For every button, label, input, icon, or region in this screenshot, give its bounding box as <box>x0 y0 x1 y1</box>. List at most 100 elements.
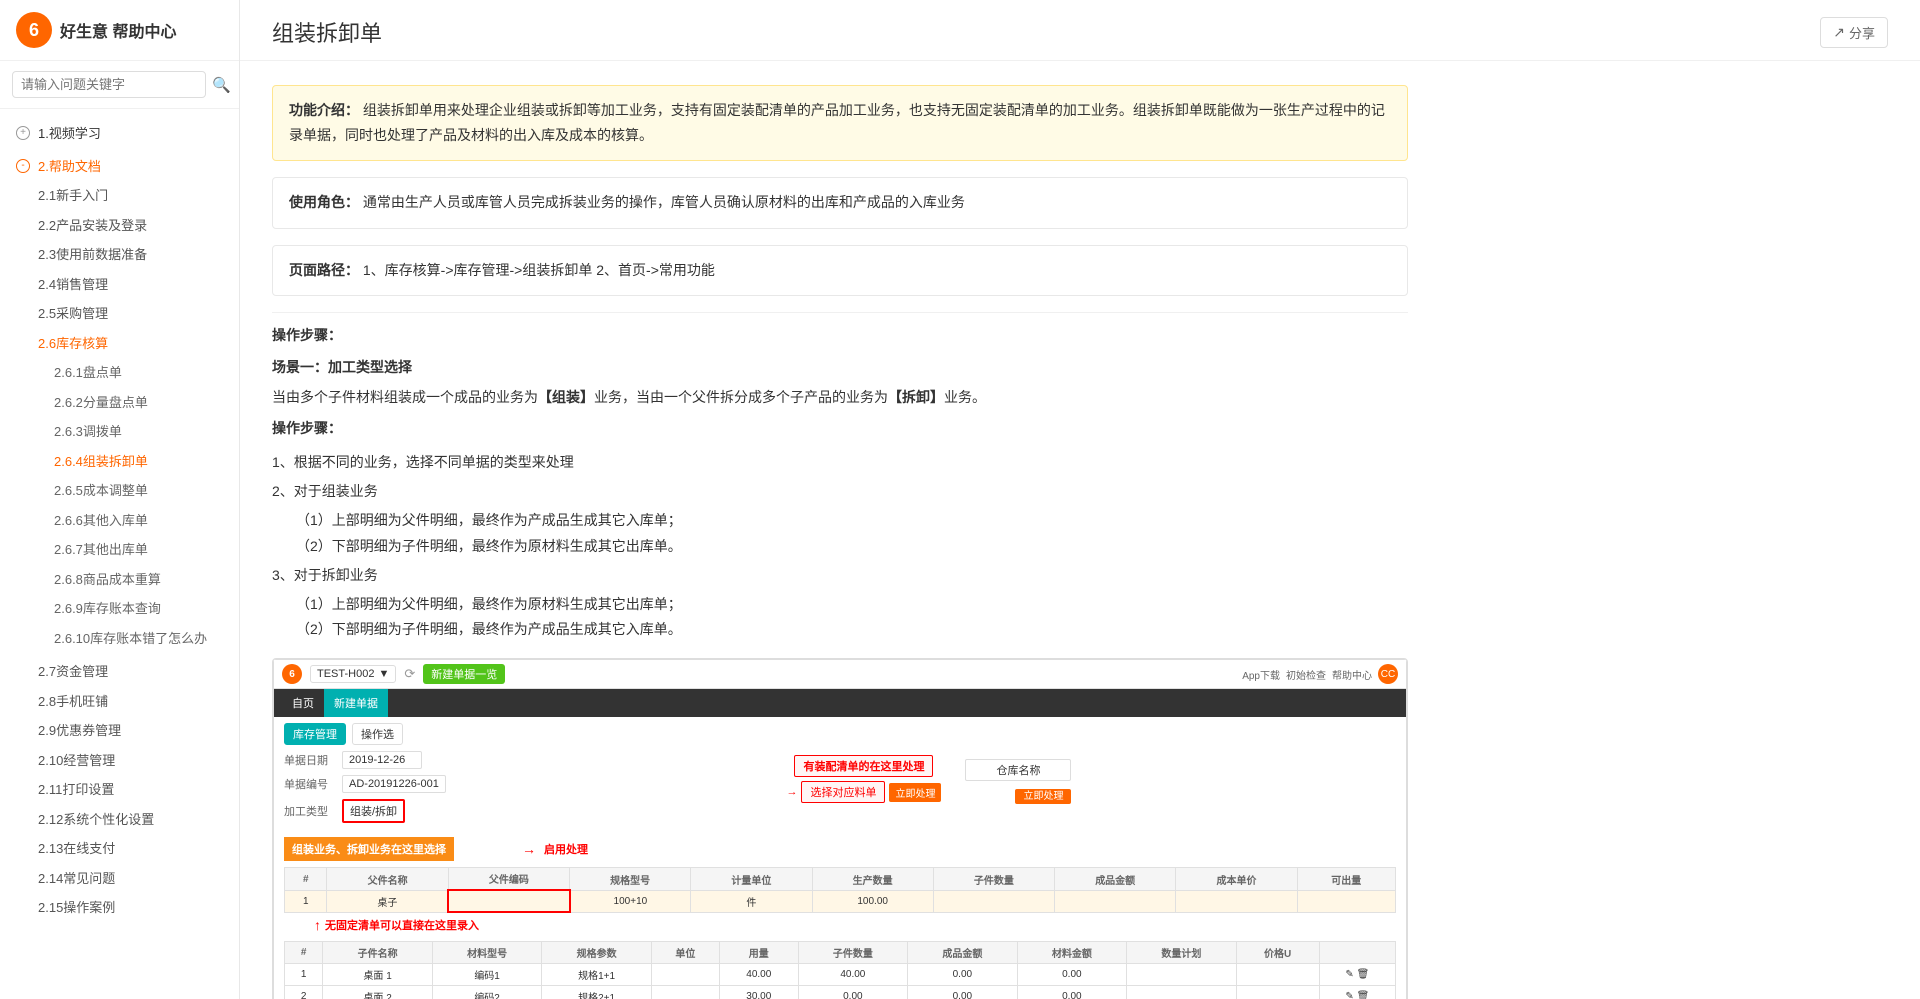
std-2-spec: 规格2+1 <box>542 986 652 999</box>
main-header: 组装拆卸单 ↗ 分享 <box>240 0 1920 61</box>
sidebar-item-label-2: 2.帮助文档 <box>38 156 101 175</box>
tab-inventory[interactable]: 库存管理 <box>284 723 346 745</box>
logo-icon: 6 <box>16 12 52 48</box>
scene1-desc: 当由多个子件材料组装成一个成品的业务为【组装】业务，当由一个父件拆分成多个子产品… <box>272 385 1408 410</box>
main-content: 组装拆卸单 ↗ 分享 功能介绍： 组装拆卸单用来处理企业组装或拆卸等加工业务，支… <box>240 0 1920 999</box>
user-avatar: CC <box>1378 664 1398 684</box>
sidebar-item-purchase[interactable]: 2.5采购管理 <box>38 299 239 329</box>
share-icon: ↗ <box>1833 24 1845 41</box>
sidebar-item-dataprep[interactable]: 2.3使用前数据准备 <box>38 240 239 270</box>
sidebar-item-helpdoc[interactable]: - 2.帮助文档 <box>0 150 239 181</box>
sidebar-item-2-6-7[interactable]: 2.6.7其他出库单 <box>54 535 239 565</box>
step2: 2、对于组装业务 <box>272 479 1408 504</box>
sidebar-item-payment[interactable]: 2.13在线支付 <box>38 834 239 864</box>
app-nav-home[interactable]: 自页 <box>282 689 324 717</box>
type-value[interactable]: 组装/拆卸 <box>342 799 405 823</box>
app-toolbar: 库存管理 操作选 <box>284 723 1396 745</box>
th-product-amount: 成品金额 <box>1055 868 1176 891</box>
company-dropdown[interactable]: TEST-H002 ▼ <box>310 665 396 683</box>
assembly-annotation: 组装业务、拆卸业务在这里选择 <box>292 844 446 856</box>
form-row-date: 单据日期 2019-12-26 <box>284 751 446 769</box>
sidebar-item-2-6-2[interactable]: 2.6.2分量盘点单 <box>54 388 239 418</box>
topbar-right: App下载 初始检查 帮助中心 CC <box>1242 664 1398 684</box>
sidebar-item-video[interactable]: + 1.视频学习 <box>0 117 239 148</box>
upper-table: # 父件名称 父件编码 规格型号 计量单位 生产数量 子件数量 成品金额 成本单… <box>284 867 1396 913</box>
path-text: 1、库存核算->库存管理->组装拆卸单 2、首页->常用功能 <box>363 262 715 278</box>
std-1-price <box>1236 964 1319 986</box>
sidebar-item-2-6-3[interactable]: 2.6.3调拨单 <box>54 417 239 447</box>
code-value: AD-20191226-001 <box>342 775 446 793</box>
sth-usage: 用量 <box>720 942 799 964</box>
save-btn-mock[interactable]: 立即处理 <box>1015 789 1071 804</box>
step3-1: （1）上部明细为父件明细，最终作为原材料生成其它出库单； <box>272 592 1408 617</box>
step3: 3、对于拆卸业务 <box>272 563 1408 588</box>
std-2-ops: ✎ 🗑 <box>1319 986 1395 999</box>
std-1-prodamt: 0.00 <box>908 964 1018 986</box>
search-box: 🔍 <box>0 61 239 109</box>
std-1-idx: 1 <box>285 964 323 986</box>
sidebar-sub-items: 2.1新手入门 2.2产品安装及登录 2.3使用前数据准备 2.4销售管理 2.… <box>0 181 239 923</box>
app-content: 库存管理 操作选 单据日期 2019-12-26 单据编号 AD <box>274 717 1406 999</box>
scene1-heading: 场景一：加工类型选择 <box>272 357 1408 377</box>
sidebar-item-2-6-4[interactable]: 2.6.4组装拆卸单 <box>54 447 239 477</box>
role-label: 使用角色： <box>289 194 359 210</box>
search-button[interactable]: 🔍 <box>212 76 231 94</box>
sidebar-item-mgmt[interactable]: 2.10经营管理 <box>38 746 239 776</box>
content-area: 功能介绍： 组装拆卸单用来处理企业组装或拆卸等加工业务，支持有固定装配清单的产品… <box>240 61 1440 999</box>
init-check-label: 初始检查 <box>1286 667 1326 682</box>
sidebar-item-2-6-10[interactable]: 2.6.10库存账本错了怎么办 <box>54 624 239 654</box>
sidebar-item-faq[interactable]: 2.14常见问题 <box>38 864 239 894</box>
sidebar-item-cases[interactable]: 2.15操作案例 <box>38 893 239 923</box>
std-2-name: 桌面 2 <box>323 986 433 999</box>
annotation-bill-process: 有装配清单的在这里处理 <box>794 755 933 777</box>
std-2-prodamt: 0.00 <box>908 986 1018 999</box>
sidebar-item-finance[interactable]: 2.7资金管理 <box>38 657 239 687</box>
sidebar-item-print[interactable]: 2.11打印设置 <box>38 775 239 805</box>
sidebar-item-2-6-5[interactable]: 2.6.5成本调整单 <box>54 476 239 506</box>
th-produce-qty: 生产数量 <box>812 868 933 891</box>
func-intro-text: 组装拆卸单用来处理企业组装或拆卸等加工业务，支持有固定装配清单的产品加工业务，也… <box>289 102 1385 143</box>
sidebar-item-install[interactable]: 2.2产品安装及登录 <box>38 211 239 241</box>
sidebar-item-personalize[interactable]: 2.12系统个性化设置 <box>38 805 239 835</box>
page-title: 组装拆卸单 <box>272 16 382 48</box>
ops-steps-label: 操作步骤： <box>272 418 1408 438</box>
std-2-usage: 30.00 <box>720 986 799 999</box>
std-1-subqty: 40.00 <box>798 964 908 986</box>
annotation-arrow-3: ↑ <box>314 917 321 933</box>
sth-ops <box>1319 942 1395 964</box>
free-entry-annotation: 无固定清单可以直接在这里录入 <box>325 917 479 933</box>
tab-ops[interactable]: 操作选 <box>352 723 403 745</box>
std-1-code: 编码1 <box>432 964 542 986</box>
sidebar-item-inventory[interactable]: 2.6库存核算 <box>38 329 239 359</box>
sidebar-item-2-6-1[interactable]: 2.6.1盘点单 <box>54 358 239 388</box>
date-label: 单据日期 <box>284 752 334 768</box>
th-spec: 规格型号 <box>570 868 691 891</box>
sidebar-item-mobile[interactable]: 2.8手机旺铺 <box>38 687 239 717</box>
sidebar-sub-sub: 2.6.1盘点单 2.6.2分量盘点单 2.6.3调拨单 2.6.4组装拆卸单 … <box>38 358 239 653</box>
std-1-ops: ✎ 🗑 <box>1319 964 1395 986</box>
role-block: 使用角色： 通常由生产人员或库管人员完成拆装业务的操作，库管人员确认原材料的出库… <box>272 177 1408 228</box>
new-order-btn[interactable]: 新建单据一览 <box>423 664 505 684</box>
std-2-subqty: 0.00 <box>798 986 908 999</box>
arrow-right-annotation: → <box>786 786 797 798</box>
sth-code: 材料型号 <box>432 942 542 964</box>
app-nav-neworder[interactable]: 新建单据 <box>324 689 388 717</box>
sidebar-item-2-6-9[interactable]: 2.6.9库存账本查询 <box>54 594 239 624</box>
td-1-produce: 100.00 <box>812 890 933 912</box>
search-input[interactable] <box>12 71 206 98</box>
path-block: 页面路径： 1、库存核算->库存管理->组装拆卸单 2、首页->常用功能 <box>272 245 1408 296</box>
share-button[interactable]: ↗ 分享 <box>1820 17 1888 48</box>
form-section: 单据日期 2019-12-26 单据编号 AD-20191226-001 加工类… <box>284 751 446 829</box>
role-text: 通常由生产人员或库管人员完成拆装业务的操作，库管人员确认原材料的出库和产成品的入… <box>363 194 965 210</box>
sidebar-item-sales[interactable]: 2.4销售管理 <box>38 270 239 300</box>
help-center-label: 帮助中心 <box>1332 667 1372 682</box>
sidebar-item-2-6-8[interactable]: 2.6.8商品成本重算 <box>54 565 239 595</box>
sidebar-item-2-6-6[interactable]: 2.6.6其他入库单 <box>54 506 239 536</box>
sidebar-item-newuser[interactable]: 2.1新手入门 <box>38 181 239 211</box>
std-1-unit <box>651 964 719 986</box>
sth-unit: 单位 <box>651 942 719 964</box>
std-2-price <box>1236 986 1319 999</box>
sidebar-item-coupon[interactable]: 2.9优惠券管理 <box>38 716 239 746</box>
lower-table: # 子件名称 材料型号 规格参数 单位 用量 子件数量 成品金额 材料金额 数量… <box>284 941 1396 999</box>
std-1-spec: 规格1+1 <box>542 964 652 986</box>
